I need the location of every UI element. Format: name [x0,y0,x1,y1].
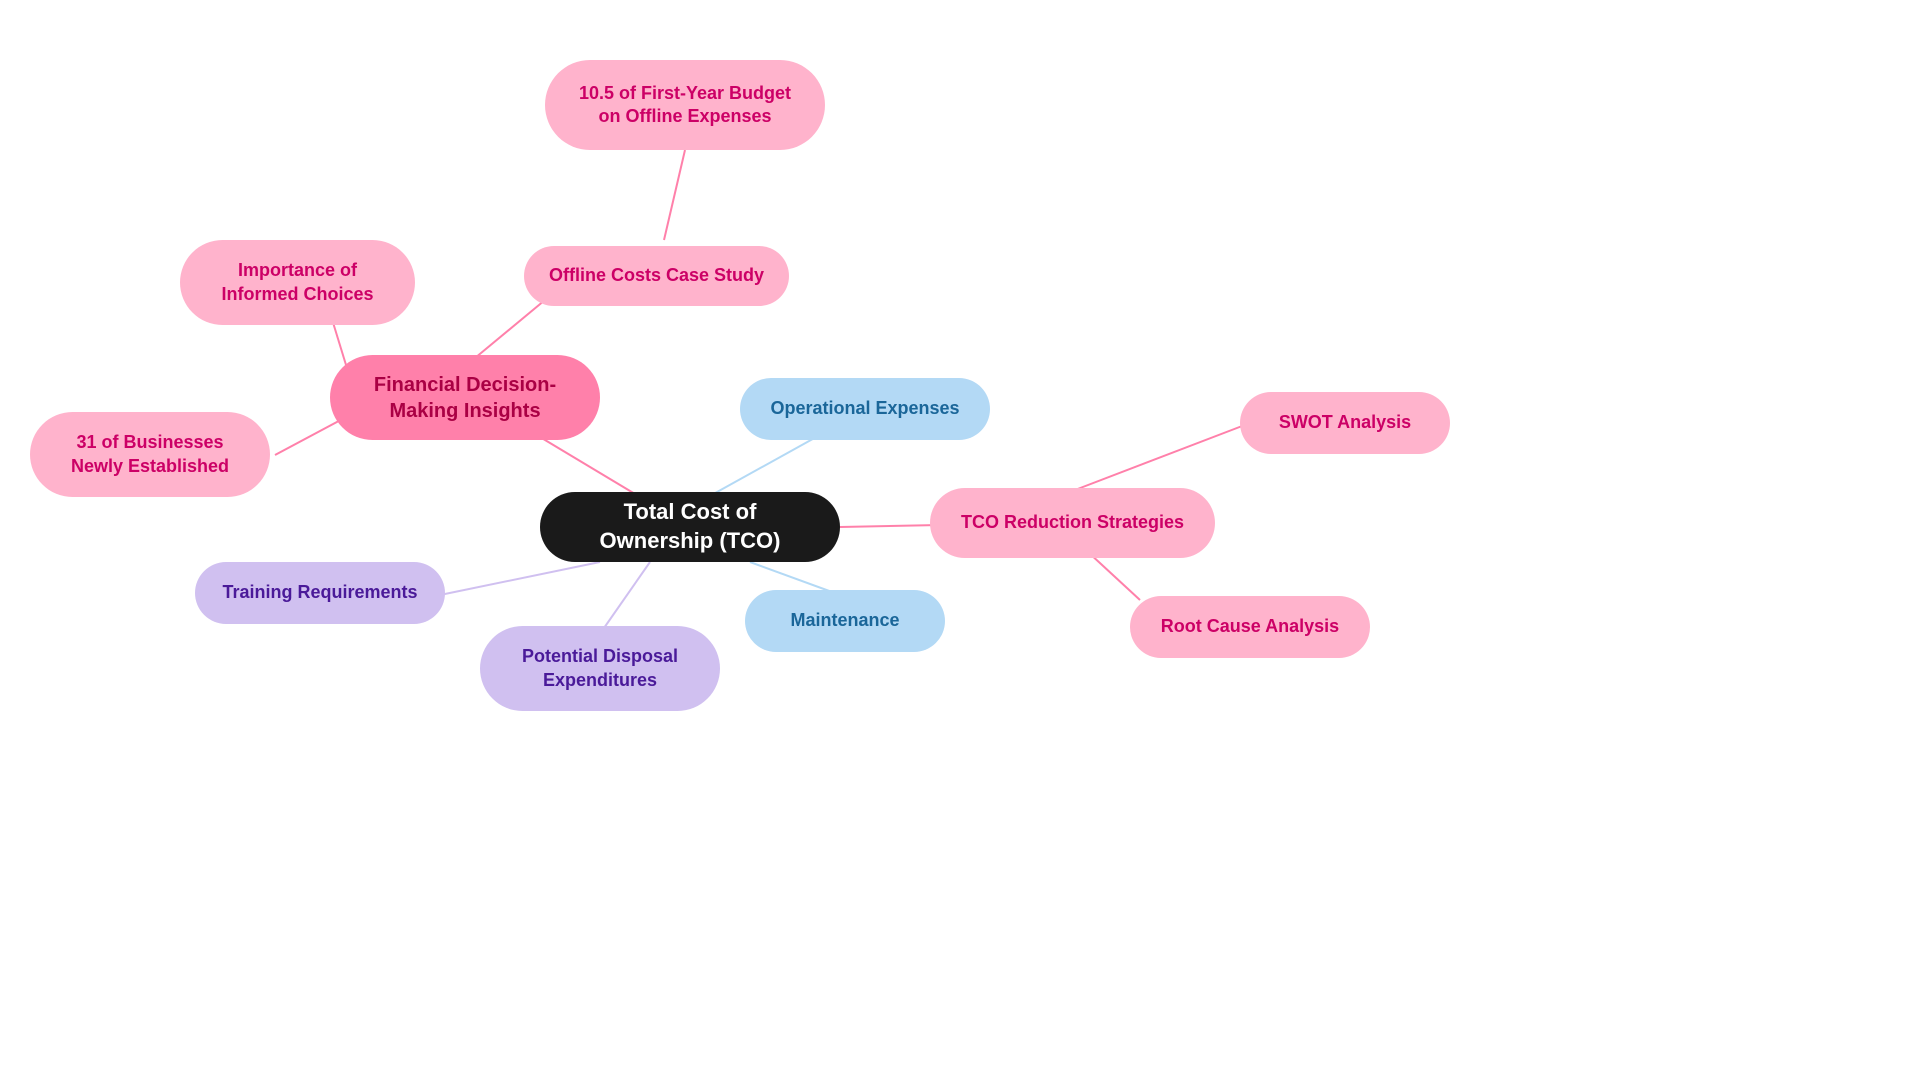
maintenance-label: Maintenance [790,609,899,632]
first-year-budget-label: 10.5 of First-Year Budget on Offline Exp… [569,82,801,129]
center-node-label: Total Cost of Ownership (TCO) [564,498,816,555]
training-requirements-label: Training Requirements [222,581,417,604]
businesses-newly-node: 31 of Businesses Newly Established [30,412,270,497]
tco-reduction-node: TCO Reduction Strategies [930,488,1215,558]
operational-expenses-label: Operational Expenses [770,397,959,420]
maintenance-node: Maintenance [745,590,945,652]
offline-costs-label: Offline Costs Case Study [549,264,764,287]
financial-decision-label: Financial Decision-Making Insights [354,372,576,424]
swot-analysis-node: SWOT Analysis [1240,392,1450,454]
businesses-newly-label: 31 of Businesses Newly Established [54,431,246,478]
training-requirements-node: Training Requirements [195,562,445,624]
first-year-budget-node: 10.5 of First-Year Budget on Offline Exp… [545,60,825,150]
potential-disposal-node: Potential Disposal Expenditures [480,626,720,711]
importance-informed-label: Importance of Informed Choices [204,259,391,306]
importance-informed-node: Importance of Informed Choices [180,240,415,325]
potential-disposal-label: Potential Disposal Expenditures [504,645,696,692]
root-cause-label: Root Cause Analysis [1161,615,1339,638]
financial-decision-node: Financial Decision-Making Insights [330,355,600,440]
tco-reduction-label: TCO Reduction Strategies [961,511,1184,534]
center-node: Total Cost of Ownership (TCO) [540,492,840,562]
offline-costs-node: Offline Costs Case Study [524,246,789,306]
operational-expenses-node: Operational Expenses [740,378,990,440]
root-cause-node: Root Cause Analysis [1130,596,1370,658]
swot-analysis-label: SWOT Analysis [1279,411,1411,434]
